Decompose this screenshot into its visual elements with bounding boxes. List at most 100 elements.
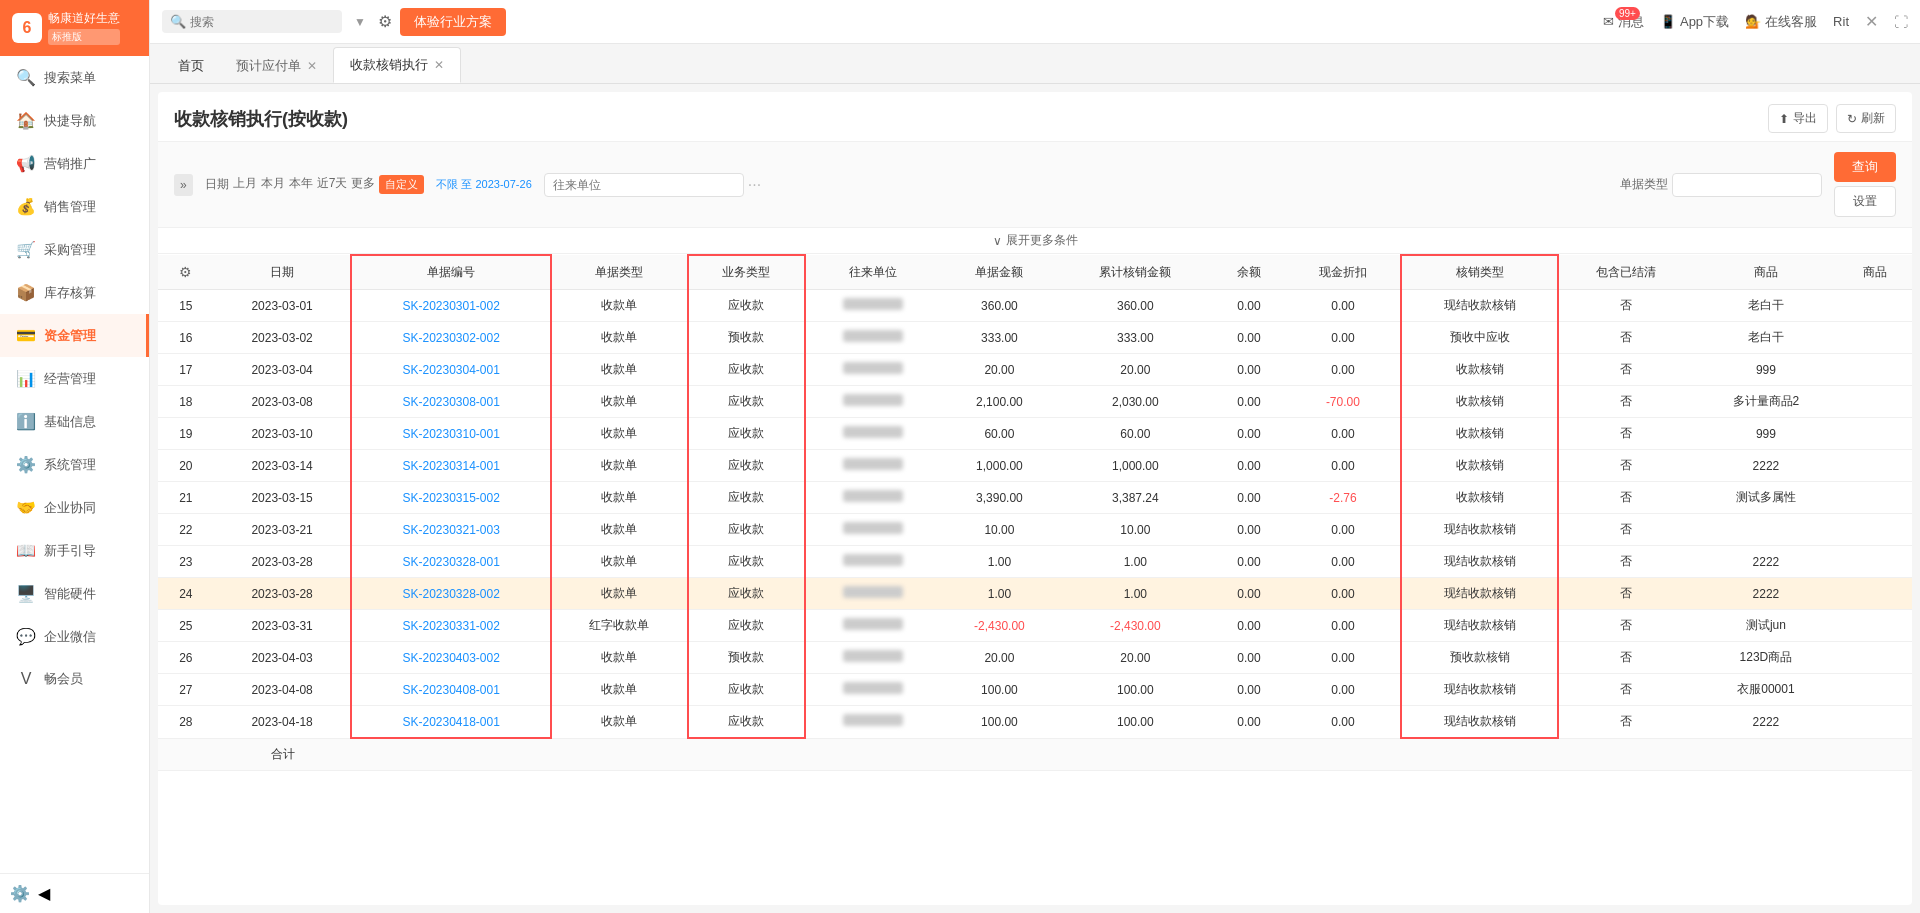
voucher-link[interactable]: SK-20230315-002 [402, 491, 499, 505]
cell-cash-discount: 0.00 [1286, 290, 1401, 322]
sidebar-item-label: 企业微信 [44, 628, 96, 646]
sidebar-item-label: 资金管理 [44, 327, 96, 345]
cell-voucher-no[interactable]: SK-20230314-001 [351, 450, 551, 482]
voucher-link[interactable]: SK-20230308-001 [402, 395, 499, 409]
tab-home[interactable]: 首页 [162, 49, 220, 83]
filter-last7[interactable]: 近7天 [317, 175, 348, 194]
gear-icon[interactable]: ⚙ [378, 12, 392, 31]
topbar-search-input[interactable] [190, 15, 320, 29]
voucher-link[interactable]: SK-20230310-001 [402, 427, 499, 441]
cell-include-settled: 否 [1558, 578, 1693, 610]
cell-voucher-no[interactable]: SK-20230408-001 [351, 674, 551, 706]
cell-voucher-no[interactable]: SK-20230310-001 [351, 418, 551, 450]
sidebar-item-shortcuts[interactable]: 🏠 快捷导航 [0, 99, 149, 142]
cell-voucher-no[interactable]: SK-20230308-001 [351, 386, 551, 418]
voucher-link[interactable]: SK-20230301-002 [402, 299, 499, 313]
cell-cumulative: 360.00 [1059, 290, 1213, 322]
sidebar-item-hardware[interactable]: 🖥️ 智能硬件 [0, 572, 149, 615]
cell-amount: 100.00 [940, 674, 1058, 706]
filter-custom-button[interactable]: 自定义 [379, 175, 424, 194]
app-download-button[interactable]: 📱 App下载 [1660, 13, 1729, 31]
cell-voucher-no[interactable]: SK-20230301-002 [351, 290, 551, 322]
cell-biz-type: 应收款 [688, 610, 805, 642]
cell-product2 [1838, 578, 1912, 610]
sidebar-item-marketing[interactable]: 📢 营销推广 [0, 142, 149, 185]
voucher-link[interactable]: SK-20230321-003 [402, 523, 499, 537]
col-gear[interactable]: ⚙ [158, 255, 214, 290]
voucher-link[interactable]: SK-20230403-002 [402, 651, 499, 665]
sidebar-item-finance[interactable]: 💳 资金管理 [0, 314, 149, 357]
filter-partner-input[interactable] [544, 173, 744, 197]
sidebar-item-basic[interactable]: ℹ️ 基础信息 [0, 400, 149, 443]
filter-more[interactable]: 更多 [351, 175, 375, 194]
tab-collection[interactable]: 收款核销执行 ✕ [333, 47, 461, 83]
filter-date-range: 不限 至 2023-07-26 [436, 177, 531, 192]
cell-voucher-no[interactable]: SK-20230302-002 [351, 322, 551, 354]
chevron-down-icon: ▼ [354, 15, 366, 29]
cell-voucher-no[interactable]: SK-20230418-001 [351, 706, 551, 739]
voucher-link[interactable]: SK-20230304-001 [402, 363, 499, 377]
sidebar-item-member[interactable]: V 畅会员 [0, 658, 149, 700]
sidebar-item-system[interactable]: ⚙️ 系统管理 [0, 443, 149, 486]
voucher-link[interactable]: SK-20230328-002 [402, 587, 499, 601]
voucher-link[interactable]: SK-20230302-002 [402, 331, 499, 345]
cell-include-settled: 否 [1558, 642, 1693, 674]
filter-this-year[interactable]: 本年 [289, 175, 313, 194]
online-service-button[interactable]: 💁 在线客服 [1745, 13, 1817, 31]
filter-expand-more[interactable]: ∨ 展开更多条件 [158, 228, 1912, 254]
sidebar-item-guide[interactable]: 📖 新手引导 [0, 529, 149, 572]
sidebar-item-inventory[interactable]: 📦 库存核算 [0, 271, 149, 314]
cell-cash-discount: 0.00 [1286, 642, 1401, 674]
user-name[interactable]: Rit [1833, 14, 1849, 29]
mobile-icon: 📱 [1660, 14, 1676, 29]
cell-voucher-no[interactable]: SK-20230403-002 [351, 642, 551, 674]
sidebar-item-search[interactable]: 🔍 搜索菜单 [0, 56, 149, 99]
sidebar-item-sales[interactable]: 💰 销售管理 [0, 185, 149, 228]
collapse-icon[interactable]: ◀ [38, 884, 50, 903]
cell-voucher-no[interactable]: SK-20230331-002 [351, 610, 551, 642]
voucher-link[interactable]: SK-20230314-001 [402, 459, 499, 473]
export-button[interactable]: ⬆ 导出 [1768, 104, 1828, 133]
filter-this-month[interactable]: 本月 [261, 175, 285, 194]
sidebar-item-enterprise[interactable]: 🤝 企业协同 [0, 486, 149, 529]
cell-date: 2023-03-08 [214, 386, 352, 418]
cell-voucher-no[interactable]: SK-20230304-001 [351, 354, 551, 386]
industry-solution-button[interactable]: 体验行业方案 [400, 8, 506, 36]
table-row: 192023-03-10SK-20230310-001收款单应收款60.0060… [158, 418, 1912, 450]
cell-date: 2023-03-14 [214, 450, 352, 482]
voucher-link[interactable]: SK-20230408-001 [402, 683, 499, 697]
cell-include-settled: 否 [1558, 450, 1693, 482]
close-icon[interactable]: ✕ [1865, 12, 1878, 31]
cell-product2 [1838, 290, 1912, 322]
settings-icon[interactable]: ⚙️ [10, 884, 30, 903]
cell-voucher-no[interactable]: SK-20230315-002 [351, 482, 551, 514]
sidebar-item-wechat[interactable]: 💬 企业微信 [0, 615, 149, 658]
voucher-link[interactable]: SK-20230328-001 [402, 555, 499, 569]
voucher-link[interactable]: SK-20230418-001 [402, 715, 499, 729]
tab-prepaid[interactable]: 预计应付单 ✕ [220, 49, 333, 83]
cell-voucher-no[interactable]: SK-20230328-001 [351, 546, 551, 578]
refresh-button[interactable]: ↻ 刷新 [1836, 104, 1896, 133]
column-settings-icon[interactable]: ⚙ [179, 264, 192, 280]
tab-close-active-icon[interactable]: ✕ [434, 58, 444, 72]
cell-date: 2023-03-28 [214, 546, 352, 578]
sidebar-item-operations[interactable]: 📊 经营管理 [0, 357, 149, 400]
tab-close-icon[interactable]: ✕ [307, 59, 317, 73]
cell-balance: 0.00 [1212, 322, 1286, 354]
sidebar-item-purchase[interactable]: 🛒 采购管理 [0, 228, 149, 271]
cell-partner [805, 578, 940, 610]
messages-button[interactable]: ✉ 消息 99+ [1603, 13, 1644, 31]
filter-settings-button[interactable]: 设置 [1834, 186, 1896, 217]
table-row: 172023-03-04SK-20230304-001收款单应收款20.0020… [158, 354, 1912, 386]
filter-type-select[interactable] [1672, 173, 1822, 197]
cell-cash-discount: 0.00 [1286, 514, 1401, 546]
voucher-link[interactable]: SK-20230331-002 [402, 619, 499, 633]
filter-expand-button[interactable]: » [174, 174, 193, 196]
topbar-search-box[interactable]: 🔍 [162, 10, 342, 33]
query-button[interactable]: 查询 [1834, 152, 1896, 182]
sidebar-item-label: 新手引导 [44, 542, 96, 560]
filter-last-month[interactable]: 上月 [233, 175, 257, 194]
expand-icon[interactable]: ⛶ [1894, 14, 1908, 30]
cell-voucher-no[interactable]: SK-20230321-003 [351, 514, 551, 546]
cell-voucher-no[interactable]: SK-20230328-002 [351, 578, 551, 610]
